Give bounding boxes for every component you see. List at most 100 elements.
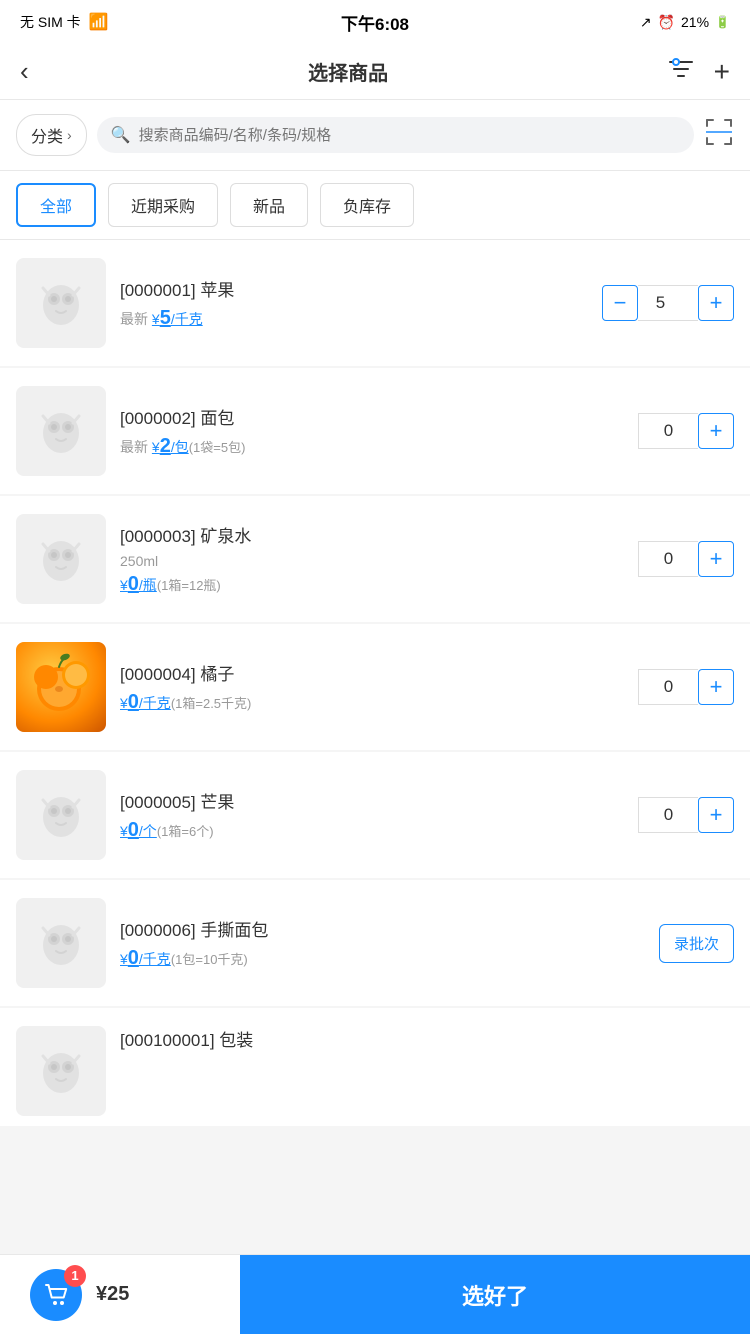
- product-info: [0000004] 橘子 ¥0/千克(1箱=2.5千克): [120, 660, 624, 714]
- status-carrier: 无 SIM 卡 📶: [20, 12, 109, 32]
- quantity-control: 0 +: [638, 413, 734, 449]
- quantity-plus-button[interactable]: +: [698, 413, 734, 449]
- list-item: [0000003] 矿泉水 250ml ¥0/瓶(1箱=12瓶) 0 +: [0, 496, 750, 622]
- back-button[interactable]: ‹: [20, 56, 29, 87]
- price-value: 5: [160, 307, 171, 329]
- price-unit: /瓶: [139, 577, 157, 593]
- price-unit: /包: [171, 439, 189, 455]
- battery-label: 21%: [681, 14, 709, 30]
- product-name: [0000006] 手撕面包: [120, 916, 645, 941]
- price-value: 0: [128, 947, 139, 969]
- price-currency: ¥: [120, 695, 128, 711]
- quantity-plus-button[interactable]: +: [698, 797, 734, 833]
- price-note: (1包=10千克): [171, 952, 248, 967]
- product-info: [0000005] 芒果 ¥0/个(1箱=6个): [120, 788, 624, 842]
- list-item: [0000005] 芒果 ¥0/个(1箱=6个) 0 +: [0, 752, 750, 878]
- product-image: [16, 386, 106, 476]
- page-title: 选择商品: [308, 57, 388, 86]
- product-spec: 250ml: [120, 553, 624, 569]
- price-currency: ¥: [120, 577, 128, 593]
- quantity-control: − +: [602, 285, 734, 321]
- quantity-minus-button[interactable]: −: [602, 285, 638, 321]
- status-bar: 无 SIM 卡 📶 下午6:08 ↗ ⏰ 21% 🔋: [0, 0, 750, 44]
- quantity-display: 0: [638, 797, 698, 833]
- tab-bar: 全部 近期采购 新品 负库存: [0, 171, 750, 240]
- quantity-input[interactable]: [638, 285, 698, 321]
- price-unit: /个: [139, 823, 157, 839]
- price-note: (1箱=12瓶): [157, 578, 221, 593]
- quantity-plus-button[interactable]: +: [698, 669, 734, 705]
- quantity-control: 0 +: [638, 541, 734, 577]
- quantity-control: 0 +: [638, 669, 734, 705]
- product-price: ¥0/个(1箱=6个): [120, 819, 624, 842]
- product-name: [0000001] 苹果: [120, 276, 588, 301]
- batch-button[interactable]: 录批次: [659, 924, 734, 963]
- list-item: [000100001] 包装: [0, 1008, 750, 1126]
- cart-total: ¥25: [96, 1283, 129, 1306]
- status-right: ↗ ⏰ 21% 🔋: [640, 14, 730, 31]
- list-item: [0000002] 面包 最新 ¥2/包(1袋=5包) 0 +: [0, 368, 750, 494]
- cart-button[interactable]: 1: [30, 1269, 82, 1321]
- bottom-bar: 1 ¥25 选好了: [0, 1254, 750, 1334]
- price-note: (1箱=2.5千克): [171, 696, 252, 711]
- chevron-right-icon: ›: [67, 127, 72, 143]
- product-price: 最新 ¥5/千克: [120, 307, 588, 330]
- product-name: [0000005] 芒果: [120, 788, 624, 813]
- scan-icon[interactable]: [704, 117, 734, 153]
- product-name: [0000003] 矿泉水: [120, 522, 624, 547]
- search-input[interactable]: [139, 127, 680, 144]
- product-price: ¥0/千克(1包=10千克): [120, 947, 645, 970]
- carrier-label: 无 SIM 卡: [20, 12, 81, 32]
- alarm-icon: ⏰: [658, 14, 675, 31]
- product-info: [0000003] 矿泉水 250ml ¥0/瓶(1箱=12瓶): [120, 522, 624, 596]
- nav-bar: ‹ 选择商品 +: [0, 44, 750, 100]
- price-value: 0: [128, 819, 139, 841]
- price-unit: /千克: [171, 311, 203, 327]
- tab-negative[interactable]: 负库存: [320, 183, 414, 227]
- product-price: 最新 ¥2/包(1袋=5包): [120, 435, 624, 458]
- price-unit: /千克: [139, 951, 171, 967]
- quantity-display: 0: [638, 669, 698, 705]
- product-info: [0000006] 手撕面包 ¥0/千克(1包=10千克): [120, 916, 645, 970]
- product-name: [0000004] 橘子: [120, 660, 624, 685]
- product-name: [0000002] 面包: [120, 404, 624, 429]
- add-icon[interactable]: +: [714, 56, 730, 88]
- product-info: [000100001] 包装: [120, 1026, 734, 1057]
- tab-new[interactable]: 新品: [230, 183, 308, 227]
- nav-actions: +: [668, 56, 730, 88]
- product-image: [16, 898, 106, 988]
- search-icon: 🔍: [111, 125, 131, 145]
- product-info: [0000001] 苹果 最新 ¥5/千克: [120, 276, 588, 330]
- cart-badge: 1: [64, 1265, 86, 1287]
- tab-all[interactable]: 全部: [16, 183, 96, 227]
- price-currency: ¥: [120, 823, 128, 839]
- product-name: [000100001] 包装: [120, 1026, 734, 1051]
- battery-icon: 🔋: [715, 15, 730, 29]
- price-unit: /千克: [139, 695, 171, 711]
- product-image: [16, 1026, 106, 1116]
- list-item: [0000006] 手撕面包 ¥0/千克(1包=10千克) 录批次: [0, 880, 750, 1006]
- filter-icon[interactable]: [668, 58, 694, 86]
- price-prefix: 最新: [120, 439, 152, 455]
- price-value: 0: [128, 573, 139, 595]
- wifi-icon: 📶: [89, 12, 109, 32]
- quantity-plus-button[interactable]: +: [698, 541, 734, 577]
- product-image: [16, 770, 106, 860]
- price-value: 2: [160, 435, 171, 457]
- quantity-plus-button[interactable]: +: [698, 285, 734, 321]
- product-price: ¥0/千克(1箱=2.5千克): [120, 691, 624, 714]
- product-image: [16, 514, 106, 604]
- status-time: 下午6:08: [341, 10, 409, 35]
- product-image: [16, 642, 106, 732]
- quantity-display: 0: [638, 541, 698, 577]
- confirm-button[interactable]: 选好了: [240, 1255, 750, 1334]
- cart-section: 1 ¥25: [0, 1269, 240, 1321]
- product-info: [0000002] 面包 最新 ¥2/包(1袋=5包): [120, 404, 624, 458]
- tab-recent[interactable]: 近期采购: [108, 183, 218, 227]
- category-button[interactable]: 分类 ›: [16, 114, 87, 156]
- quantity-control: 0 +: [638, 797, 734, 833]
- location-icon: ↗: [640, 14, 652, 31]
- product-list: [0000001] 苹果 最新 ¥5/千克 − + [: [0, 240, 750, 1126]
- quantity-display: 0: [638, 413, 698, 449]
- list-item: [0000001] 苹果 最新 ¥5/千克 − +: [0, 240, 750, 366]
